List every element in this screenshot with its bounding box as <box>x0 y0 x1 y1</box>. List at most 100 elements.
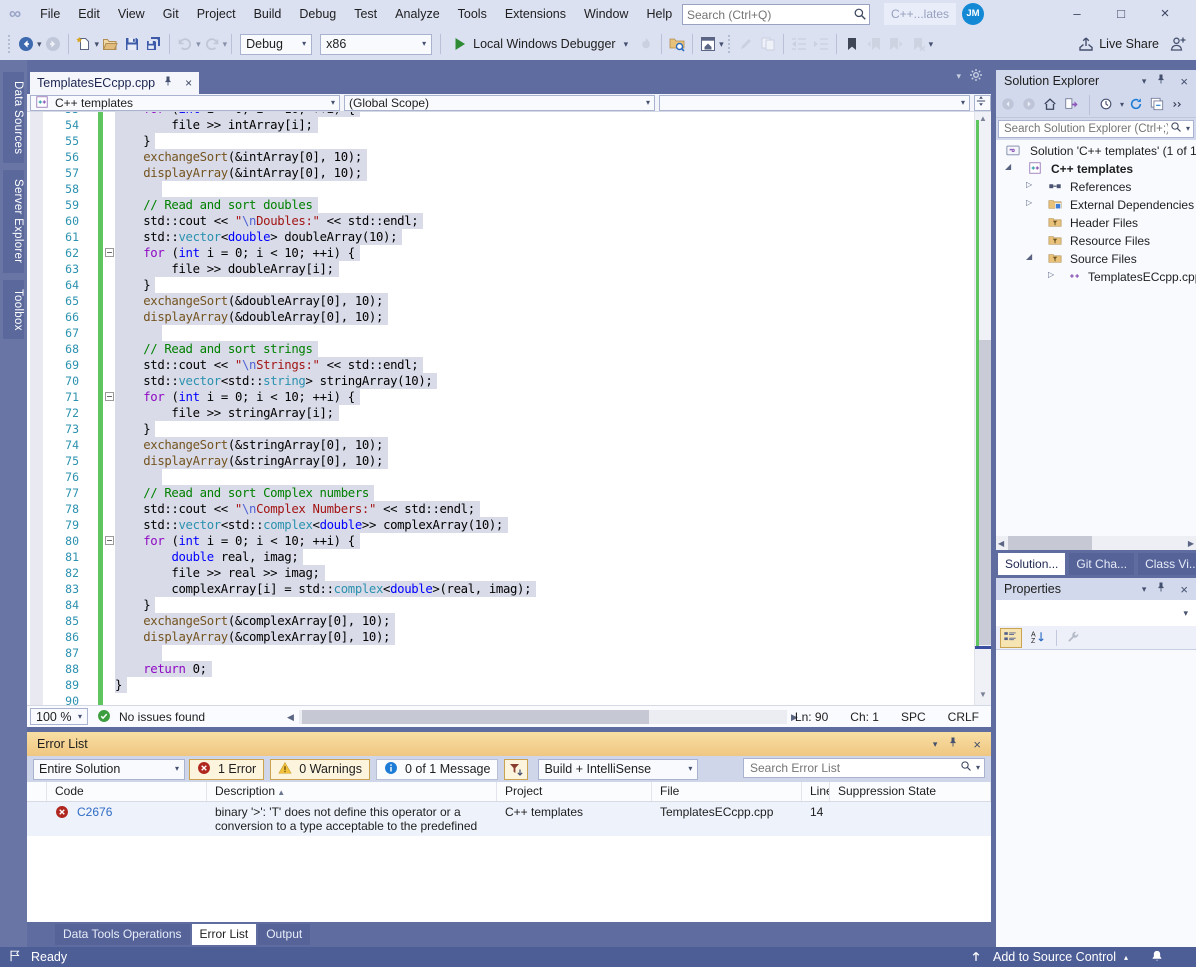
breakpoint-margin[interactable] <box>30 309 43 325</box>
search-icon[interactable] <box>853 7 869 23</box>
line-number[interactable]: 68 <box>43 341 79 357</box>
breakpoint-margin[interactable] <box>30 149 43 165</box>
code-line-66[interactable]: 66 displayArray(&doubleArray[0], 10); <box>27 309 974 325</box>
chevron-up-icon[interactable]: ▴ <box>1124 953 1128 962</box>
breakpoint-margin[interactable] <box>30 261 43 277</box>
code-line-77[interactable]: 77 // Read and sort Complex numbers <box>27 485 974 501</box>
line-number[interactable]: 70 <box>43 373 79 389</box>
dock-tab-toolbox[interactable]: Toolbox <box>3 280 24 340</box>
code-line-86[interactable]: 86 displayArray(&complexArray[0], 10); <box>27 629 974 645</box>
error-code-cell[interactable]: C2676 <box>47 802 207 836</box>
breakpoint-margin[interactable] <box>30 181 43 197</box>
error-list-title-bar[interactable]: Error List ▾ × <box>27 732 991 756</box>
code-line-65[interactable]: 65 exchangeSort(&doubleArray[0], 10); <box>27 293 974 309</box>
chevron-down-icon[interactable]: ▾ <box>95 36 100 52</box>
breakpoint-margin[interactable] <box>30 677 43 693</box>
bell-icon[interactable] <box>1150 949 1166 965</box>
code-line-68[interactable]: 68 // Read and sort strings <box>27 341 974 357</box>
breakpoint-margin[interactable] <box>30 485 43 501</box>
categorized-button[interactable] <box>1000 628 1022 648</box>
code-line-57[interactable]: 57 displayArray(&intArray[0], 10); <box>27 165 974 181</box>
code-line-87[interactable]: 87 <box>27 645 974 661</box>
code-text[interactable]: exchangeSort(&complexArray[0], 10); <box>115 613 395 629</box>
health-indicator[interactable]: No issues found <box>97 706 205 728</box>
solution-window-button[interactable] <box>698 32 718 56</box>
breakpoint-margin[interactable] <box>30 549 43 565</box>
line-number[interactable]: 85 <box>43 613 79 629</box>
code-line-56[interactable]: 56 exchangeSort(&intArray[0], 10); <box>27 149 974 165</box>
code-text[interactable]: for (int i = 0; i < 10; ++i) { <box>115 533 360 549</box>
property-pages-button[interactable] <box>1063 628 1085 648</box>
solution-search-box[interactable]: ▾ <box>998 120 1194 138</box>
code-line-90[interactable]: 90 <box>27 693 974 705</box>
minimize-button[interactable]: – <box>1056 0 1098 28</box>
code-line-78[interactable]: 78 std::cout << "\nComplex Numbers:" << … <box>27 501 974 517</box>
line-number[interactable]: 65 <box>43 293 79 309</box>
breakpoint-margin[interactable] <box>30 469 43 485</box>
save-button[interactable] <box>122 32 142 56</box>
bookmark-button[interactable] <box>842 32 862 56</box>
collapsed-arrow-icon[interactable]: ▷ <box>1048 270 1054 279</box>
line-number[interactable]: 69 <box>43 357 79 373</box>
code-text[interactable]: displayArray(&intArray[0], 10); <box>115 165 367 181</box>
expanded-arrow-icon[interactable]: ◢ <box>1026 252 1032 261</box>
toolbar-grip[interactable] <box>7 34 12 54</box>
line-number[interactable]: 75 <box>43 453 79 469</box>
code-text[interactable]: file >> intArray[i]; <box>115 117 318 133</box>
code-line-70[interactable]: 70 std::vector<std::string> stringArray(… <box>27 373 974 389</box>
solution-explorer-title-bar[interactable]: Solution Explorer ▾ × <box>996 70 1196 92</box>
line-number[interactable]: 58 <box>43 181 79 197</box>
pin-icon[interactable] <box>1155 581 1171 597</box>
collapse-all-button[interactable] <box>1150 97 1166 113</box>
line-number[interactable]: 66 <box>43 309 79 325</box>
code-line-84[interactable]: 84 } <box>27 597 974 613</box>
code-text[interactable] <box>115 645 162 661</box>
open-file-button[interactable] <box>100 32 120 56</box>
code-line-62[interactable]: 62 for (int i = 0; i < 10; ++i) { <box>27 245 974 261</box>
line-number[interactable]: 72 <box>43 405 79 421</box>
code-text[interactable]: // Read and sort Complex numbers <box>115 485 374 501</box>
code-line-59[interactable]: 59 // Read and sort doubles <box>27 197 974 213</box>
line-number[interactable]: 90 <box>43 693 79 705</box>
fold-collapse-box[interactable] <box>105 392 114 401</box>
code-line-83[interactable]: 83 complexArray[i] = std::complex<double… <box>27 581 974 597</box>
code-line-58[interactable]: 58 <box>27 181 974 197</box>
zoom-dropdown[interactable]: 100 % ▾ <box>30 708 88 725</box>
code-line-73[interactable]: 73 } <box>27 421 974 437</box>
quick-search-box[interactable] <box>682 4 870 25</box>
line-number[interactable]: 55 <box>43 133 79 149</box>
chevron-down-icon[interactable]: ▾ <box>929 36 934 52</box>
chevron-down-icon[interactable]: ▾ <box>196 36 201 52</box>
dock-tab-data-sources[interactable]: Data Sources <box>3 72 24 163</box>
breakpoint-margin[interactable] <box>30 581 43 597</box>
code-text[interactable]: std::vector<std::complex<double>> comple… <box>115 517 508 533</box>
menu-git[interactable]: Git <box>154 0 188 28</box>
line-number[interactable]: 84 <box>43 597 79 613</box>
toolbar-grip[interactable] <box>727 34 732 54</box>
tree-item-source-files[interactable]: ◢Source Files <box>996 250 1196 268</box>
code-line-88[interactable]: 88 return 0; <box>27 661 974 677</box>
breakpoint-margin[interactable] <box>30 421 43 437</box>
warnings-filter-button[interactable]: 0 Warnings <box>270 759 370 780</box>
panel-tab-output[interactable]: Output <box>258 924 310 945</box>
refresh-button[interactable] <box>1129 97 1145 113</box>
breakpoint-margin[interactable] <box>30 629 43 645</box>
start-debugging-button[interactable]: Local Windows Debugger▾ <box>447 32 633 56</box>
document-tab[interactable]: TemplatesECcpp.cpp × <box>30 72 199 94</box>
column-header-project[interactable]: Project <box>497 782 652 801</box>
error-search-box[interactable]: ▾ <box>743 758 985 778</box>
code-text[interactable] <box>115 181 162 197</box>
code-line-63[interactable]: 63 file >> doubleArray[i]; <box>27 261 974 277</box>
chevron-down-icon[interactable]: ▾ <box>976 760 980 776</box>
menu-window[interactable]: Window <box>575 0 637 28</box>
sync-with-active-document-button[interactable] <box>1064 97 1080 113</box>
gear-icon[interactable] <box>969 68 985 84</box>
line-number[interactable]: 73 <box>43 421 79 437</box>
menu-tools[interactable]: Tools <box>449 0 496 28</box>
tree-item-solution-c-templates-1-of-1-pr[interactable]: Solution 'C++ templates' (1 of 1 project… <box>996 142 1196 160</box>
project-dropdown[interactable]: C++ templates ▾ <box>30 95 340 111</box>
pin-icon[interactable] <box>1155 73 1171 89</box>
line-number[interactable]: 56 <box>43 149 79 165</box>
tree-item-references[interactable]: ▷References <box>996 178 1196 196</box>
code-line-72[interactable]: 72 file >> stringArray[i]; <box>27 405 974 421</box>
